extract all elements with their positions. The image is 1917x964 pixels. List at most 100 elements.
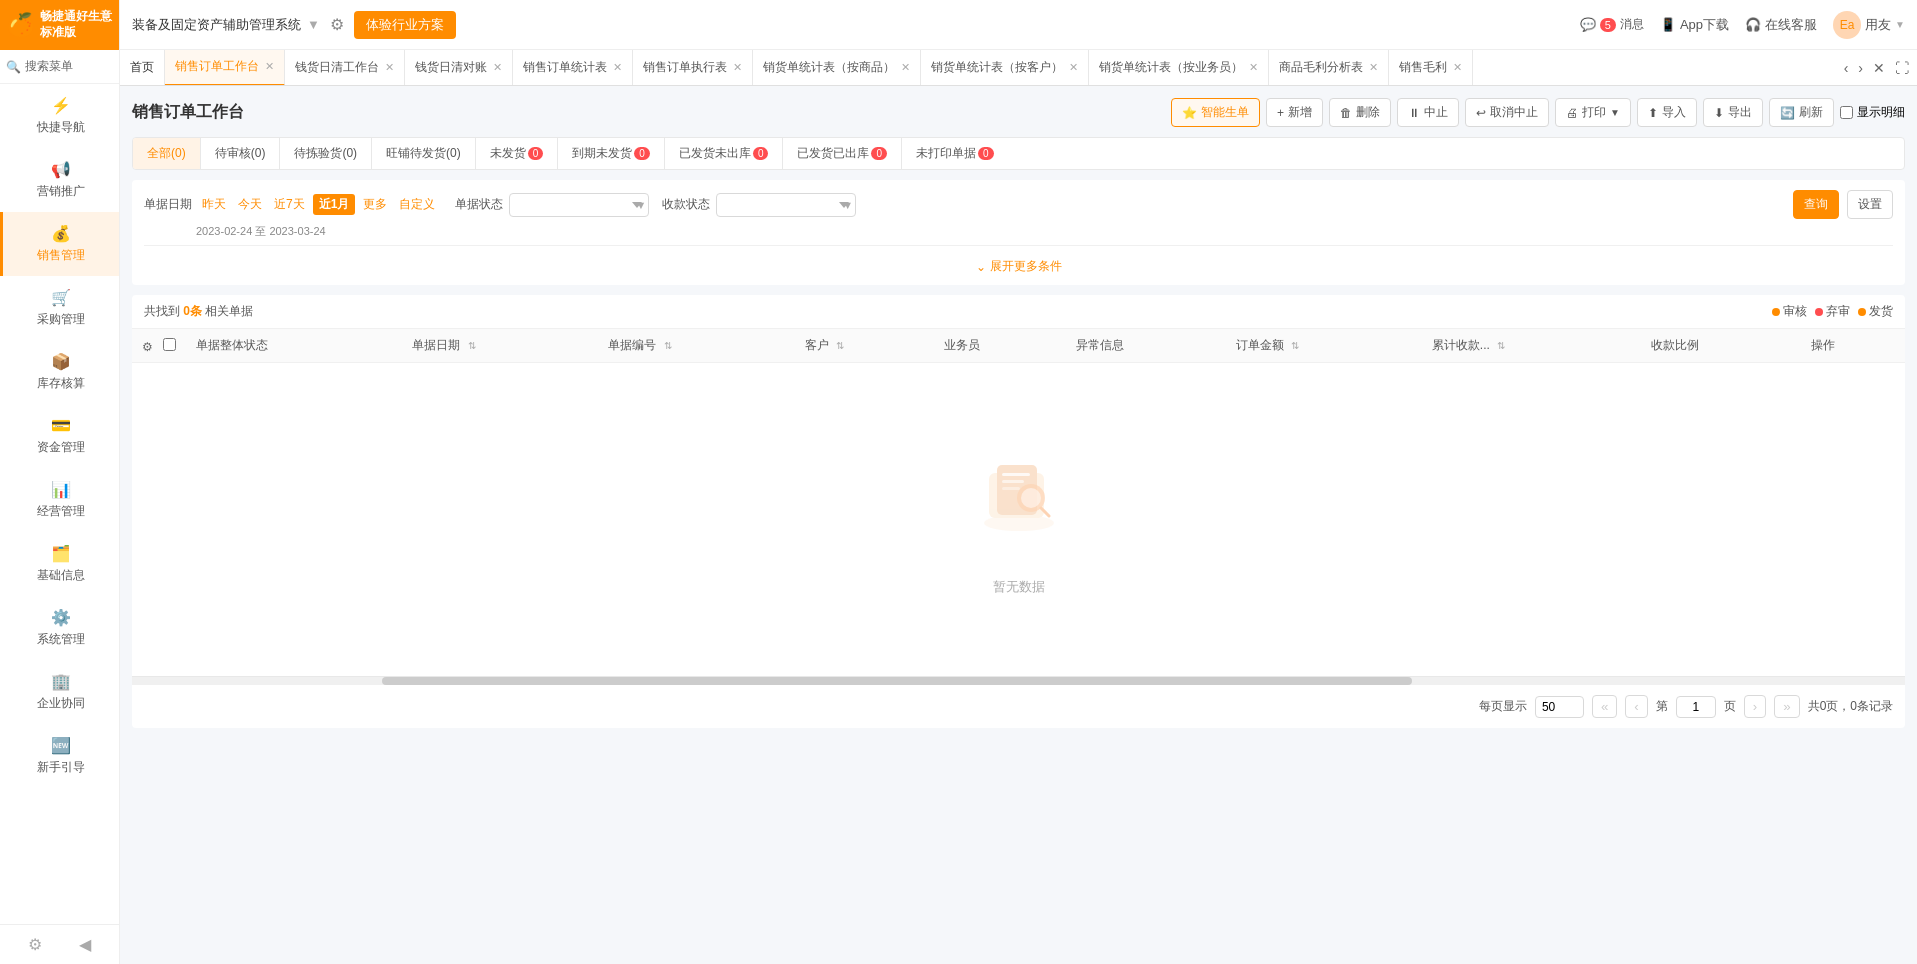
tab-sales-stats[interactable]: 销售订单统计表 ✕ <box>513 50 633 86</box>
sidebar-item-base-info[interactable]: 🗂️ 基础信息 <box>0 532 119 596</box>
smart-create-btn[interactable]: ⭐ 智能生单 <box>1171 98 1260 127</box>
pause-btn[interactable]: ⏸ 中止 <box>1397 98 1459 127</box>
tab-sales-summary-customer[interactable]: 销货单统计表（按客户） ✕ <box>921 50 1089 86</box>
th-abnormal: 异常信息 <box>1066 329 1226 363</box>
delete-btn[interactable]: 🗑 删除 <box>1329 98 1391 127</box>
sidebar-item-quick-nav[interactable]: ⚡ 快捷导航 <box>0 84 119 148</box>
th-collected[interactable]: 累计收款... ⇅ <box>1422 329 1642 363</box>
filter-tab-not-printed[interactable]: 未打印单据0 <box>902 138 1008 169</box>
sidebar-item-system[interactable]: ⚙️ 系统管理 <box>0 596 119 660</box>
audit-btn[interactable]: 审核 <box>1772 303 1807 320</box>
tab-close-sales-stats[interactable]: ✕ <box>613 61 622 74</box>
prev-page-btn[interactable]: ‹ <box>1625 695 1647 718</box>
query-btn[interactable]: 查询 <box>1793 190 1839 219</box>
sidebar-item-operation[interactable]: 📊 经营管理 <box>0 468 119 532</box>
date-option-1month[interactable]: 近1月 <box>313 194 356 215</box>
topbar-message[interactable]: 💬 5 消息 <box>1580 16 1644 33</box>
finance-icon: 💳 <box>51 416 71 435</box>
filter-tab-shipped-not-stored[interactable]: 已发货未出库0 <box>665 138 784 169</box>
tab-gross-profit[interactable]: 商品毛利分析表 ✕ <box>1269 50 1389 86</box>
topbar-online-service[interactable]: 🎧 在线客服 <box>1745 16 1817 34</box>
sidebar-item-finance[interactable]: 💳 资金管理 <box>0 404 119 468</box>
sidebar-item-marketing[interactable]: 📢 营销推广 <box>0 148 119 212</box>
page-input[interactable] <box>1676 696 1716 718</box>
filter-tab-pending-check[interactable]: 待拣验货(0) <box>280 138 372 169</box>
refresh-btn[interactable]: 🔄 刷新 <box>1769 98 1834 127</box>
sidebar-item-enterprise[interactable]: 🏢 企业协同 <box>0 660 119 724</box>
filter-tab-wangpu[interactable]: 旺铺待发货(0) <box>372 138 476 169</box>
tab-cash-clear[interactable]: 钱货日清工作台 ✕ <box>285 50 405 86</box>
topbar-dropdown-icon[interactable]: ▼ <box>307 17 320 32</box>
last-page-btn[interactable]: » <box>1774 695 1799 718</box>
show-detail-label[interactable]: 显示明细 <box>1840 104 1905 121</box>
tabs-nav-close[interactable]: ✕ <box>1869 58 1889 78</box>
tab-close-summary-customer[interactable]: ✕ <box>1069 61 1078 74</box>
select-all-checkbox[interactable] <box>163 338 176 351</box>
filter-tab-all[interactable]: 全部(0) <box>133 138 201 169</box>
tab-close-sales-exec[interactable]: ✕ <box>733 61 742 74</box>
th-number[interactable]: 单据编号 ⇅ <box>598 329 794 363</box>
refresh-icon: 🔄 <box>1780 106 1795 120</box>
import-btn[interactable]: ⬆ 导入 <box>1637 98 1697 127</box>
tab-sales-exec[interactable]: 销售订单执行表 ✕ <box>633 50 753 86</box>
th-date[interactable]: 单据日期 ⇅ <box>402 329 598 363</box>
tab-close-summary-staff[interactable]: ✕ <box>1249 61 1258 74</box>
sidebar-item-inventory[interactable]: 📦 库存核算 <box>0 340 119 404</box>
tab-cash-reconcile[interactable]: 钱货日清对账 ✕ <box>405 50 513 86</box>
topbar-settings-icon[interactable]: ⚙ <box>330 15 344 34</box>
tabs-nav-prev[interactable]: ‹ <box>1840 58 1853 78</box>
scrollbar-thumb[interactable] <box>382 677 1412 685</box>
settings-columns-icon[interactable]: ⚙ <box>142 340 153 354</box>
filter-tab-shipped-stored[interactable]: 已发货已出库0 <box>783 138 902 169</box>
sidebar-settings-icon[interactable]: ⚙ <box>28 935 42 954</box>
sidebar-item-guide[interactable]: 🆕 新手引导 <box>0 724 119 788</box>
date-option-7days[interactable]: 近7天 <box>270 194 309 215</box>
payment-select[interactable] <box>716 193 856 217</box>
tab-sales-profit[interactable]: 销售毛利 ✕ <box>1389 50 1473 86</box>
th-amount[interactable]: 订单金额 ⇅ <box>1226 329 1422 363</box>
tabs-nav-next[interactable]: › <box>1854 58 1867 78</box>
tab-close-summary-product[interactable]: ✕ <box>901 61 910 74</box>
filter-tab-not-shipped[interactable]: 未发货0 <box>476 138 559 169</box>
cancel-audit-btn[interactable]: 弃审 <box>1815 303 1850 320</box>
add-btn[interactable]: + 新增 <box>1266 98 1323 127</box>
date-option-yesterday[interactable]: 昨天 <box>198 194 230 215</box>
sidebar-collapse-icon[interactable]: ◀ <box>79 935 91 954</box>
date-option-more[interactable]: 更多 <box>359 194 391 215</box>
tab-sales-workbench[interactable]: 销售订单工作台 ✕ <box>165 50 285 86</box>
th-customer[interactable]: 客户 ⇅ <box>795 329 935 363</box>
horizontal-scrollbar[interactable] <box>132 676 1905 684</box>
date-option-custom[interactable]: 自定义 <box>395 194 439 215</box>
tab-sales-summary-staff[interactable]: 销货单统计表（按业务员） ✕ <box>1089 50 1269 86</box>
main-content: 销售订单工作台 ⭐ 智能生单 + 新增 🗑 删除 ⏸ 中止 <box>120 86 1917 964</box>
filter-tab-overdue[interactable]: 到期未发货0 <box>558 138 665 169</box>
tabs-nav-fullscreen[interactable]: ⛶ <box>1891 58 1913 78</box>
tab-close-gross-profit[interactable]: ✕ <box>1369 61 1378 74</box>
sidebar-item-purchase[interactable]: 🛒 采购管理 <box>0 276 119 340</box>
tab-close-cash-clear[interactable]: ✕ <box>385 61 394 74</box>
show-detail-checkbox[interactable] <box>1840 106 1853 119</box>
sidebar-item-sales[interactable]: 💰 销售管理 <box>0 212 119 276</box>
next-page-btn[interactable]: › <box>1744 695 1766 718</box>
sidebar-search[interactable]: 🔍 搜索菜单 <box>0 50 119 84</box>
industry-btn[interactable]: 体验行业方案 <box>354 11 456 39</box>
topbar-user[interactable]: Ea 用友 ▼ <box>1833 11 1905 39</box>
ship-btn[interactable]: 发货 <box>1858 303 1893 320</box>
first-page-btn[interactable]: « <box>1592 695 1617 718</box>
tab-home[interactable]: 首页 <box>120 50 165 86</box>
per-page-select[interactable]: 50 10 20 100 <box>1535 696 1584 718</box>
export-btn[interactable]: ⬇ 导出 <box>1703 98 1763 127</box>
tab-close-sales-workbench[interactable]: ✕ <box>265 60 274 73</box>
status-select[interactable] <box>509 193 649 217</box>
topbar-app-download[interactable]: 📱 App下载 <box>1660 16 1729 34</box>
filter-tab-pending-review[interactable]: 待审核(0) <box>201 138 281 169</box>
tab-close-sales-profit[interactable]: ✕ <box>1453 61 1462 74</box>
date-option-today[interactable]: 今天 <box>234 194 266 215</box>
logo-text: 畅捷通好生意 标准版 <box>40 9 112 40</box>
cancel-pause-btn[interactable]: ↩ 取消中止 <box>1465 98 1549 127</box>
print-btn[interactable]: 🖨 打印 ▼ <box>1555 98 1631 127</box>
tab-sales-summary-product[interactable]: 销货单统计表（按商品） ✕ <box>753 50 921 86</box>
expand-search-btn[interactable]: ⌄ 展开更多条件 <box>976 258 1062 275</box>
settings-btn[interactable]: 设置 <box>1847 190 1893 219</box>
tab-close-cash-reconcile[interactable]: ✕ <box>493 61 502 74</box>
